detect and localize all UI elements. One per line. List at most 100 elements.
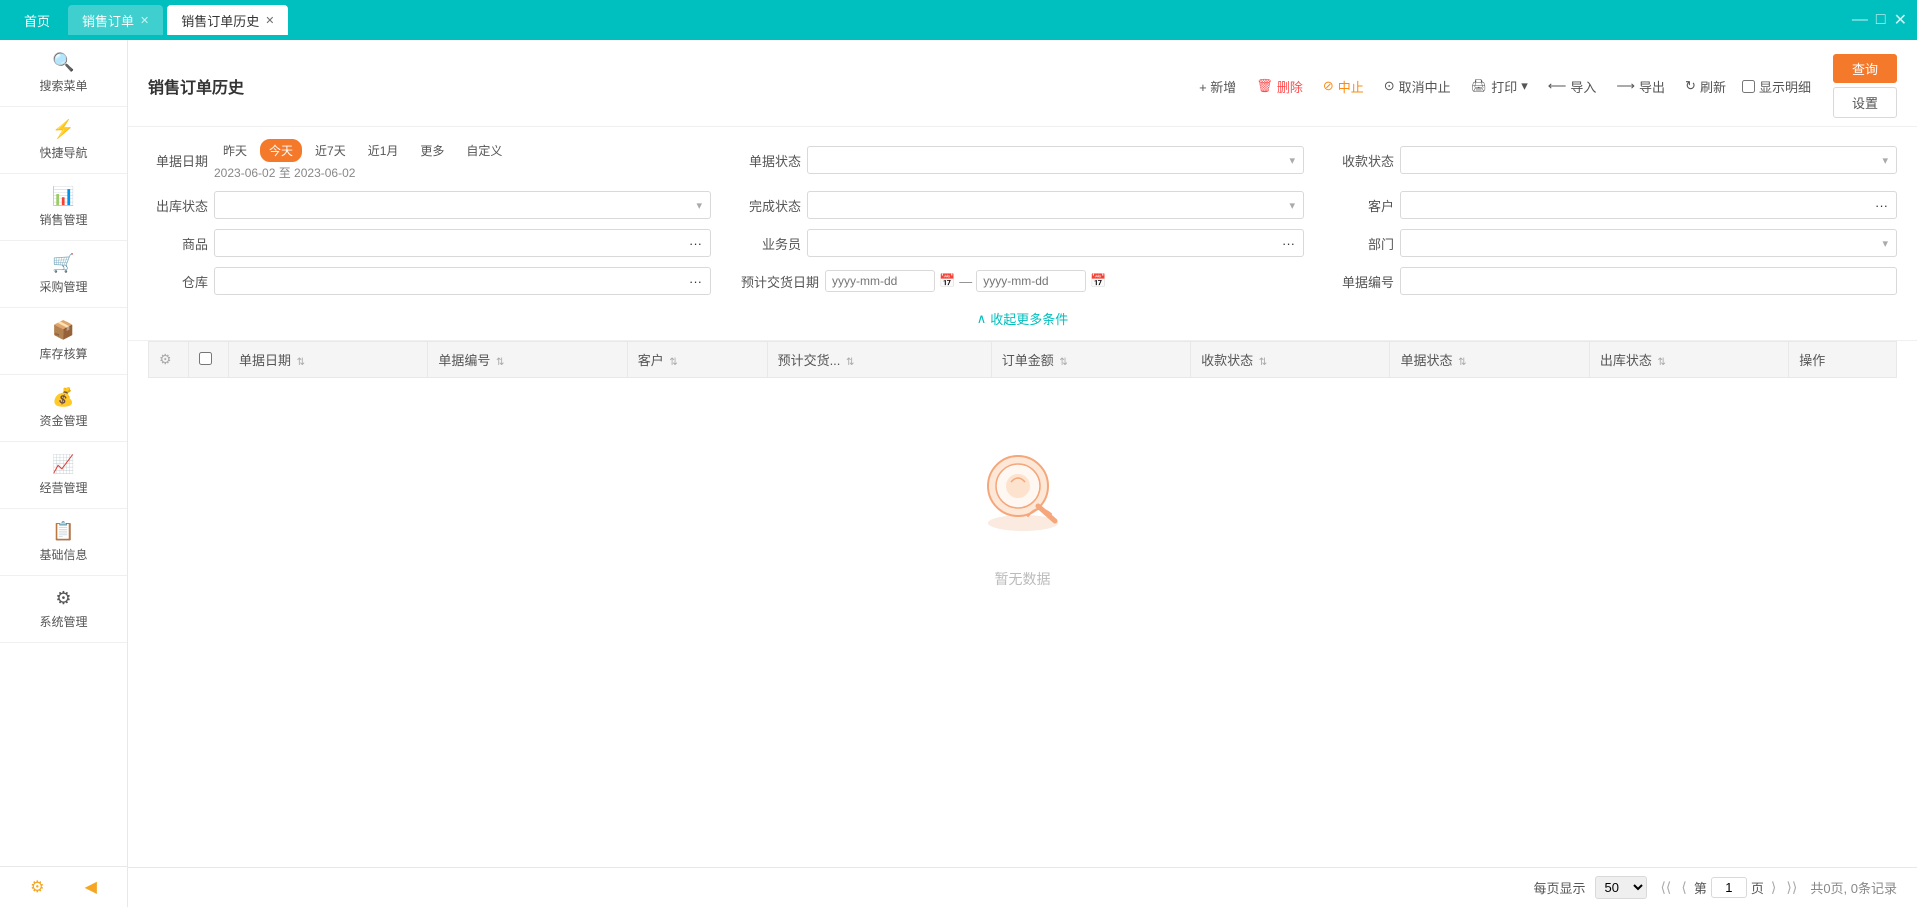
dept-caret: ▾: [1882, 237, 1888, 250]
search-icon: 🔍: [52, 52, 74, 73]
customer-input[interactable]: ···: [1400, 191, 1897, 219]
filter-row-1: 单据日期 昨天 今天 近7天 近1月 更多 自定义 2023-06-02 至 2…: [148, 139, 1897, 181]
payment-status-select[interactable]: ▾: [1400, 146, 1897, 174]
cal-start-icon[interactable]: 📅: [939, 273, 955, 289]
table-settings-icon[interactable]: ⚙: [159, 351, 172, 367]
payment-status-label: 收款状态: [1334, 151, 1394, 170]
th-date-label: 单据日期: [239, 353, 291, 368]
sort-out-status-icon[interactable]: ⇅: [1658, 357, 1666, 368]
date-btn-yesterday[interactable]: 昨天: [214, 139, 256, 162]
date-btn-today[interactable]: 今天: [260, 139, 302, 162]
cal-end-icon[interactable]: 📅: [1090, 273, 1106, 289]
next-page-button[interactable]: ⟩: [1768, 879, 1779, 896]
complete-status-select[interactable]: ▾: [807, 191, 1304, 219]
sidebar-item-search[interactable]: 🔍 搜索菜单: [0, 40, 127, 107]
inventory-icon: 📦: [52, 320, 74, 341]
minimize-button[interactable]: —: [1852, 11, 1868, 29]
cancel-stop-button[interactable]: ⊙ 取消中止: [1380, 77, 1455, 96]
tab-home[interactable]: 首页: [10, 5, 64, 35]
import-icon: ⟵: [1548, 78, 1567, 94]
delivery-date-end[interactable]: [976, 270, 1086, 292]
print-button[interactable]: 🖨 打印 ▾: [1467, 77, 1532, 96]
filter-goods: 商品 ···: [148, 229, 711, 257]
out-status-select[interactable]: ▾: [214, 191, 711, 219]
export-button[interactable]: ⟶ 导出: [1612, 77, 1669, 96]
filter-date: 单据日期 昨天 今天 近7天 近1月 更多 自定义 2023-06-02 至 2…: [148, 139, 711, 181]
first-page-button[interactable]: ⟨⟨: [1657, 879, 1674, 896]
th-amount-label: 订单金额: [1002, 353, 1054, 368]
delivery-date-range: 📅 — 📅: [825, 270, 1304, 292]
sidebar-settings-button[interactable]: ⚙: [30, 877, 44, 897]
filter-payment-status: 收款状态 ▾: [1334, 146, 1897, 174]
sidebar-item-inventory-mgmt[interactable]: 📦 库存核算: [0, 308, 127, 375]
per-page-select[interactable]: 50 10 20 100: [1595, 876, 1647, 899]
refresh-button[interactable]: ↻ 刷新: [1681, 77, 1730, 96]
sort-bill-status-icon[interactable]: ⇅: [1458, 357, 1466, 368]
maximize-button[interactable]: □: [1876, 11, 1886, 29]
sort-customer-icon[interactable]: ⇅: [669, 357, 677, 368]
total-text: 共0页, 0条记录: [1810, 878, 1897, 897]
delivery-date-start[interactable]: [825, 270, 935, 292]
complete-status-label: 完成状态: [741, 196, 801, 215]
filter-complete-status: 完成状态 ▾: [741, 191, 1304, 219]
collapse-row[interactable]: ∧ 收起更多条件: [148, 305, 1897, 328]
close-button[interactable]: ✕: [1894, 10, 1907, 30]
show-detail-checkbox[interactable]: 显示明细: [1742, 77, 1811, 96]
query-button[interactable]: 查询: [1833, 54, 1897, 83]
export-label: 导出: [1639, 77, 1665, 96]
sidebar-collapse-button[interactable]: ◀: [85, 877, 97, 897]
warehouse-input[interactable]: ···: [214, 267, 711, 295]
dept-select[interactable]: ▾: [1400, 229, 1897, 257]
empty-row: 暂无数据: [149, 378, 1897, 630]
date-btn-more[interactable]: 更多: [411, 139, 453, 162]
new-button[interactable]: + 新增: [1195, 77, 1240, 96]
sort-no-icon[interactable]: ⇅: [496, 357, 504, 368]
sort-date-icon[interactable]: ⇅: [297, 357, 305, 368]
th-no: 单据编号 ⇅: [428, 342, 627, 378]
date-btn-custom[interactable]: 自定义: [457, 139, 511, 162]
th-no-label: 单据编号: [438, 353, 490, 368]
date-btn-7days[interactable]: 近7天: [306, 139, 355, 162]
tab-sales-order-history-close[interactable]: ✕: [265, 14, 274, 27]
th-out-status: 出库状态 ⇅: [1589, 342, 1788, 378]
sidebar-search-label: 搜索菜单: [39, 77, 87, 94]
last-page-button[interactable]: ⟩⟩: [1783, 879, 1800, 896]
set-button[interactable]: 设置: [1833, 87, 1897, 118]
tab-sales-order-history[interactable]: 销售订单历史 ✕: [167, 5, 288, 35]
date-buttons: 昨天 今天 近7天 近1月 更多 自定义: [214, 139, 711, 162]
stop-button[interactable]: ⊘ 中止: [1319, 77, 1368, 96]
content-area: 销售订单历史 + 新增 🗑 删除 ⊘ 中止 ⊙ 取消中止 🖨: [128, 40, 1917, 907]
th-delivery-label: 预计交货...: [778, 353, 841, 368]
sort-payment-status-icon[interactable]: ⇅: [1259, 357, 1267, 368]
collapse-up-icon: ∧: [977, 311, 987, 327]
date-dash: —: [959, 274, 972, 289]
sort-amount-icon[interactable]: ⇅: [1059, 357, 1067, 368]
prev-page-button[interactable]: ⟨: [1678, 879, 1689, 896]
filter-row-4: 仓库 ··· 预计交货日期 📅 — 📅 单据编号: [148, 267, 1897, 295]
import-button[interactable]: ⟵ 导入: [1544, 77, 1601, 96]
filter-dept: 部门 ▾: [1334, 229, 1897, 257]
salesman-input[interactable]: ···: [807, 229, 1304, 257]
delete-icon: 🗑: [1256, 78, 1273, 94]
sidebar-item-quick-nav[interactable]: ⚡ 快捷导航: [0, 107, 127, 174]
tab-sales-order[interactable]: 销售订单 ✕: [68, 5, 163, 35]
bill-status-select[interactable]: ▾: [807, 146, 1304, 174]
goods-input[interactable]: ···: [214, 229, 711, 257]
sidebar-item-basic-info[interactable]: 📋 基础信息: [0, 509, 127, 576]
date-btn-1month[interactable]: 近1月: [359, 139, 408, 162]
sidebar-item-purchase-mgmt[interactable]: 🛒 采购管理: [0, 241, 127, 308]
sidebar-item-sys-mgmt[interactable]: ⚙ 系统管理: [0, 576, 127, 643]
sidebar-item-finance-mgmt[interactable]: 💰 资金管理: [0, 375, 127, 442]
page-input[interactable]: [1711, 877, 1747, 898]
date-range-text: 2023-06-02 至 2023-06-02: [214, 164, 711, 181]
sidebar-quick-nav-label: 快捷导航: [39, 144, 87, 161]
sidebar-item-sales-mgmt[interactable]: 📊 销售管理: [0, 174, 127, 241]
show-detail-input[interactable]: [1742, 80, 1755, 93]
delete-button[interactable]: 🗑 删除: [1252, 77, 1307, 96]
empty-text: 暂无数据: [995, 569, 1051, 589]
select-all-checkbox[interactable]: [199, 352, 212, 365]
bill-no-input[interactable]: [1400, 267, 1897, 295]
tab-sales-order-close[interactable]: ✕: [140, 14, 149, 27]
sidebar-item-ops-mgmt[interactable]: 📈 经营管理: [0, 442, 127, 509]
sort-delivery-icon[interactable]: ⇅: [846, 357, 854, 368]
